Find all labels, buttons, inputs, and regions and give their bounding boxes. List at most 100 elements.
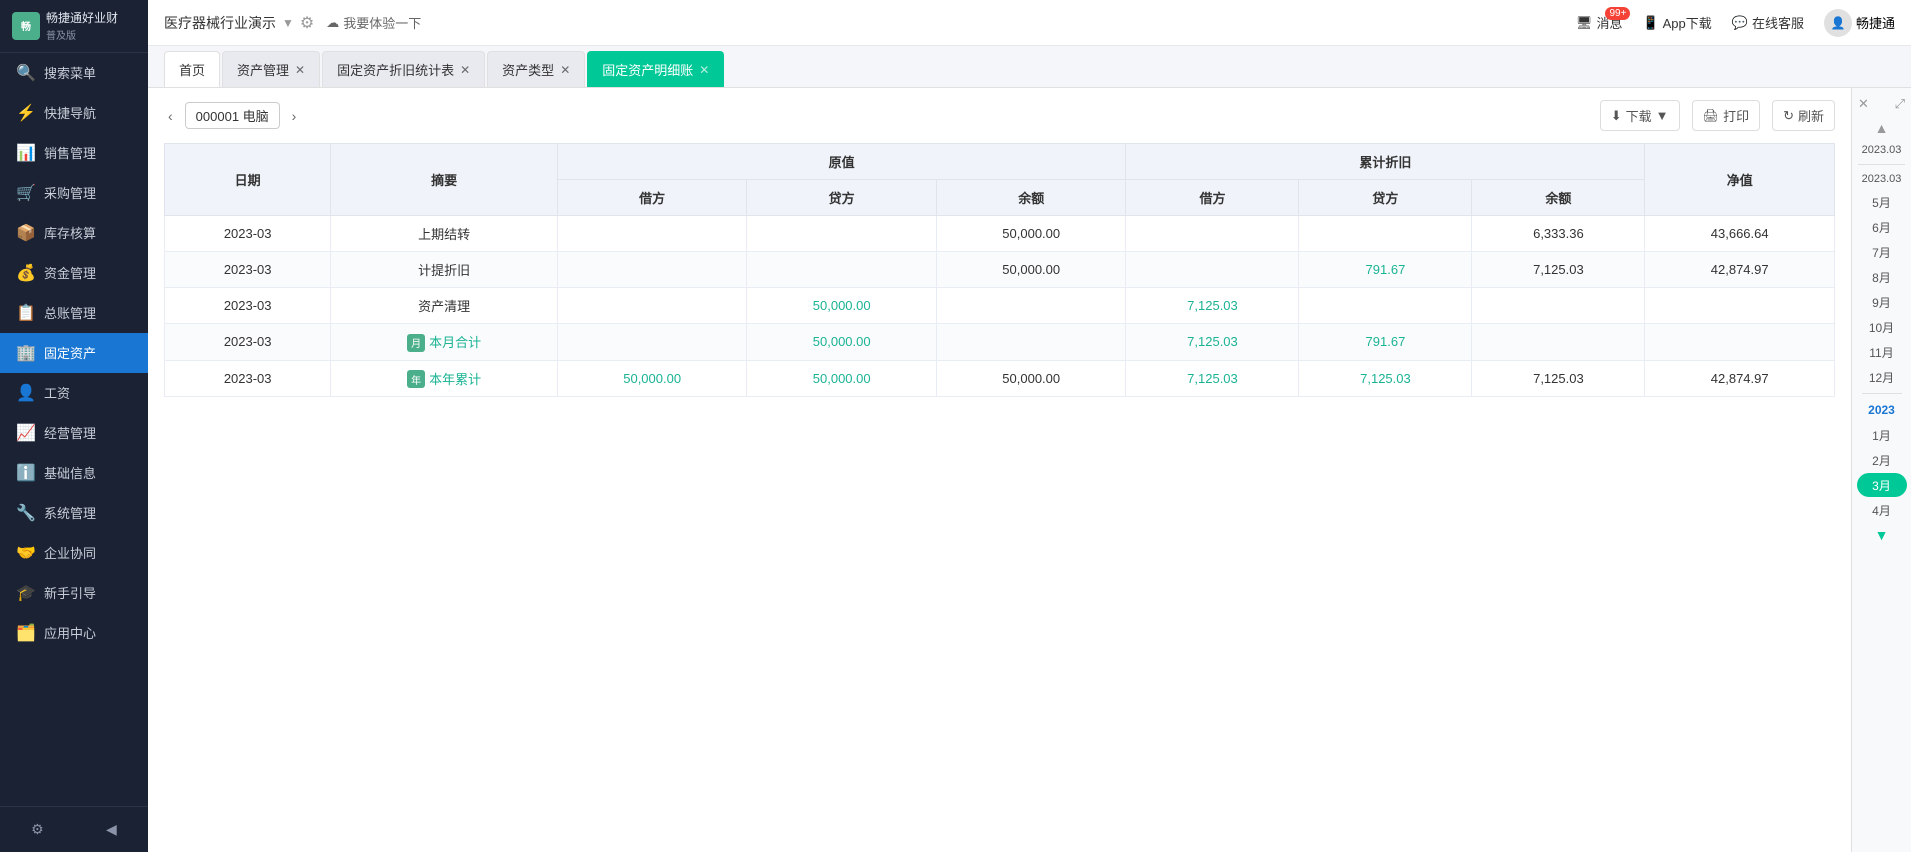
user-menu[interactable]: 👤 畅捷通 xyxy=(1824,9,1895,37)
notification-icon: 🖥 xyxy=(1576,15,1593,31)
col-credit-1: 贷方 xyxy=(747,180,937,216)
tab-asset-type[interactable]: 资产类型 ✕ xyxy=(487,51,585,87)
sidebar-item-quick-nav[interactable]: ⚡快捷导航 xyxy=(0,93,148,133)
cell-date: 2023-03 xyxy=(165,216,331,252)
sidebar-label-sales: 销售管理 xyxy=(44,143,96,162)
asset-tag[interactable]: 000001 电脑 xyxy=(185,102,280,129)
sidebar-item-wages[interactable]: 👤工资 xyxy=(0,373,148,413)
tab-label-asset-detail: 固定资产明细账 xyxy=(602,60,693,79)
tab-label-asset-type: 资产类型 xyxy=(502,60,554,79)
cal-year-label: 2023 xyxy=(1857,398,1907,422)
settings-icon[interactable]: ⚙ xyxy=(25,815,50,844)
ledger-icon: 📋 xyxy=(16,303,36,323)
cal-month-item[interactable]: 12月 xyxy=(1857,365,1907,389)
company-dropdown-icon[interactable]: ▼ xyxy=(282,16,294,30)
funds-icon: 💰 xyxy=(16,263,36,283)
col-date: 日期 xyxy=(165,144,331,216)
sidebar-label-wages: 工资 xyxy=(44,383,70,402)
tab-close-asset-detail[interactable]: ✕ xyxy=(699,63,709,77)
cal-month-item[interactable]: 3月 xyxy=(1857,473,1907,497)
tab-asset-detail[interactable]: 固定资产明细账 ✕ xyxy=(587,51,724,87)
sidebar-label-ledger: 总账管理 xyxy=(44,303,96,322)
sidebar-label-system: 系统管理 xyxy=(44,503,96,522)
cell-acc-credit: 791.67 xyxy=(1299,324,1472,361)
cell-net-value: 43,666.64 xyxy=(1645,216,1835,252)
tabbar: 首页资产管理✕固定资产折旧统计表✕ 资产类型 ✕ 固定资产明细账 ✕ xyxy=(148,46,1911,88)
tab-depreciation-table[interactable]: 固定资产折旧统计表✕ xyxy=(322,51,485,87)
sidebar-item-inventory[interactable]: 📦 库存核算 xyxy=(0,213,148,253)
cal-month-item[interactable]: 11月 xyxy=(1857,340,1907,364)
prev-asset-btn[interactable]: ‹ xyxy=(164,104,177,128)
sidebar-item-tutorial[interactable]: 🎓新手引导 xyxy=(0,573,148,613)
sidebar-item-app-center[interactable]: 🗂️应用中心 xyxy=(0,613,148,653)
sidebar-item-enterprise[interactable]: 🤝企业协同 xyxy=(0,533,148,573)
notification-btn[interactable]: 🖥 消息 99+ xyxy=(1576,13,1623,32)
tab-close-asset-mgmt[interactable]: ✕ xyxy=(295,63,305,77)
calendar-down-btn[interactable]: ▼ xyxy=(1852,523,1911,547)
search-icon: 🔍 xyxy=(16,63,36,83)
collapse-icon[interactable]: ◀ xyxy=(100,815,123,844)
col-balance-1: 余额 xyxy=(936,180,1126,216)
cal-month-item[interactable]: 4月 xyxy=(1857,498,1907,522)
sidebar-item-basic-info[interactable]: ℹ️基础信息 xyxy=(0,453,148,493)
download-btn[interactable]: ⬇ 下载 ▼ xyxy=(1600,100,1680,131)
sidebar-label-basic-info: 基础信息 xyxy=(44,463,96,482)
sidebar-label-app-center: 应用中心 xyxy=(44,623,96,642)
sidebar-item-purchase[interactable]: 🛒采购管理 xyxy=(0,173,148,213)
tab-home[interactable]: 首页 xyxy=(164,51,220,87)
cal-divider-1 xyxy=(1858,164,1905,165)
sidebar-label-purchase: 采购管理 xyxy=(44,183,96,202)
table-row: 2023-03 月本月合计 50,000.00 7,125.03 791.67 xyxy=(165,324,1835,361)
sidebar-item-sales[interactable]: 📊销售管理 xyxy=(0,133,148,173)
col-credit-2: 贷方 xyxy=(1299,180,1472,216)
cal-month-item[interactable]: 9月 xyxy=(1857,290,1907,314)
next-asset-btn[interactable]: › xyxy=(288,104,301,128)
cal-month-item[interactable]: 7月 xyxy=(1857,240,1907,264)
sidebar-item-ledger[interactable]: 📋 总账管理 xyxy=(0,293,148,333)
refresh-btn[interactable]: ↻ 刷新 xyxy=(1772,100,1835,131)
tab-close-asset-type[interactable]: ✕ xyxy=(560,63,570,77)
cal-months: 5月6月7月8月9月10月11月12月 20231月2月3月4月 xyxy=(1857,189,1907,523)
calendar-up-btn[interactable]: ▲ xyxy=(1852,116,1911,140)
cal-month-item[interactable]: 6月 xyxy=(1857,215,1907,239)
notification-badge: 99+ xyxy=(1605,7,1630,20)
panel-expand-btn[interactable]: ⤢ xyxy=(1895,96,1905,112)
table-row: 2023-03 上期结转 50,000.00 6,333.36 43,666.6… xyxy=(165,216,1835,252)
sidebar-label-operations: 经营管理 xyxy=(44,423,96,442)
topbar-settings-icon[interactable]: ⚙ xyxy=(300,13,314,33)
app-download-btn[interactable]: 📱 App下载 xyxy=(1642,13,1711,32)
experience-btn[interactable]: ☁ 我要体验一下 xyxy=(326,13,421,32)
print-btn[interactable]: 🖨 打印 xyxy=(1692,100,1761,131)
sidebar-item-fixed-assets[interactable]: 🏢固定资产 xyxy=(0,333,148,373)
cell-yuan-credit xyxy=(747,216,937,252)
cell-yuan-balance: 50,000.00 xyxy=(936,360,1126,397)
cell-acc-credit: 7,125.03 xyxy=(1299,360,1472,397)
topbar-company[interactable]: 医疗器械行业演示 ▼ ⚙ xyxy=(164,13,314,33)
inventory-icon: 📦 xyxy=(16,223,36,243)
col-original-value: 原值 xyxy=(557,144,1126,180)
cell-net-value: 42,874.97 xyxy=(1645,360,1835,397)
topbar-right: 🖥 消息 99+ 📱 App下载 💬 在线客服 👤 畅捷通 xyxy=(1576,9,1895,37)
sidebar-item-system[interactable]: 🔧系统管理 xyxy=(0,493,148,533)
sidebar-item-search[interactable]: 🔍搜索菜单 xyxy=(0,53,148,93)
cal-month-item[interactable]: 2月 xyxy=(1857,448,1907,472)
tab-asset-mgmt[interactable]: 资产管理✕ xyxy=(222,51,320,87)
tab-close-depreciation-table[interactable]: ✕ xyxy=(460,63,470,77)
asset-nav: ‹ 000001 电脑 › ⬇ 下载 ▼ 🖨 打印 ↻ 刷新 xyxy=(164,100,1835,131)
customer-service-btn[interactable]: 💬 在线客服 xyxy=(1732,13,1804,32)
sidebar-label-inventory: 库存核算 xyxy=(44,223,96,242)
cell-yuan-balance: 50,000.00 xyxy=(936,216,1126,252)
sidebar-label-tutorial: 新手引导 xyxy=(44,583,96,602)
panel-close-btn[interactable]: ✕ xyxy=(1858,96,1869,112)
cal-month-item[interactable]: 10月 xyxy=(1857,315,1907,339)
cal-month-item[interactable]: 1月 xyxy=(1857,423,1907,447)
col-debit-1: 借方 xyxy=(557,180,747,216)
cal-month-item[interactable]: 5月 xyxy=(1857,190,1907,214)
sidebar-label-fixed-assets: 固定资产 xyxy=(44,343,96,362)
sidebar-item-funds[interactable]: 💰资金管理 xyxy=(0,253,148,293)
cal-month-item[interactable]: 8月 xyxy=(1857,265,1907,289)
sidebar-item-operations[interactable]: 📈 经营管理 xyxy=(0,413,148,453)
operations-icon: 📈 xyxy=(16,423,36,443)
download-dropdown-icon: ▼ xyxy=(1656,108,1669,123)
download-icon: ⬇ xyxy=(1611,108,1622,124)
